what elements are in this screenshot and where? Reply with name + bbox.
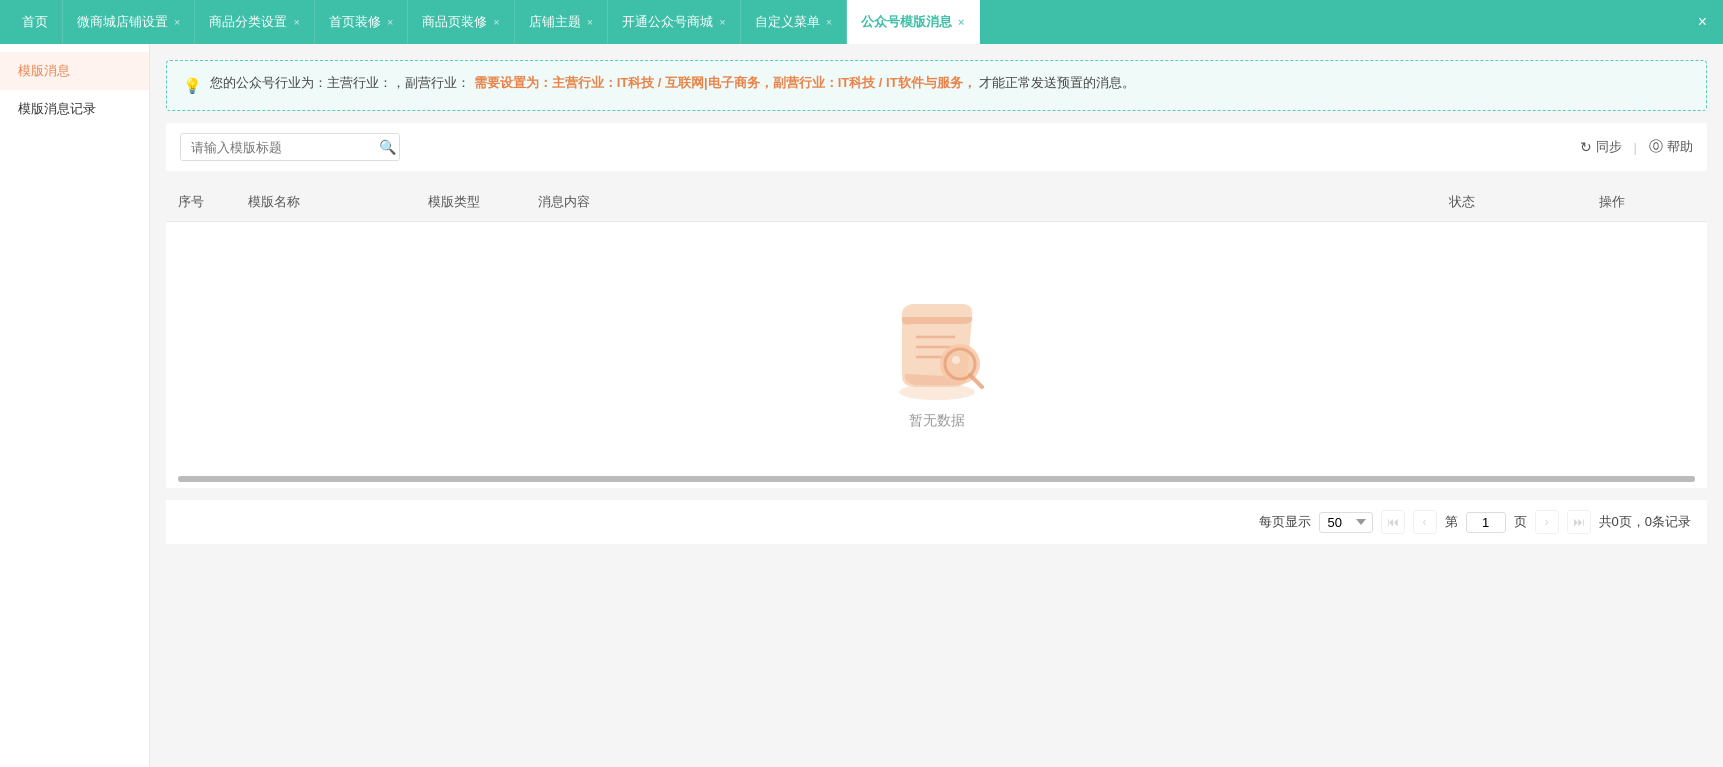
last-page-button[interactable]: ⏭: [1567, 510, 1591, 534]
first-page-button[interactable]: ⏮: [1381, 510, 1405, 534]
notice-suffix: 才能正常发送预置的消息。: [979, 75, 1135, 90]
close-category-tab[interactable]: ×: [293, 16, 299, 28]
close-menu-tab[interactable]: ×: [826, 16, 832, 28]
nav-tab-home-label: 首页: [22, 13, 48, 31]
sidebar-item-template-msg-label: 模版消息: [18, 63, 70, 78]
sidebar-item-template-record-label: 模版消息记录: [18, 101, 96, 116]
help-icon: ⓪: [1649, 138, 1663, 156]
scrollbar-track[interactable]: [178, 476, 1695, 482]
nav-tab-mall-label: 开通公众号商城: [622, 13, 713, 31]
nav-tab-theme[interactable]: 店铺主题 ×: [515, 0, 608, 44]
toolbar-divider: |: [1634, 140, 1637, 155]
nav-tab-productpage-label: 商品页装修: [422, 13, 487, 31]
close-wshop-tab[interactable]: ×: [174, 16, 180, 28]
sidebar: 模版消息 模版消息记录: [0, 44, 150, 767]
notice-text: 您的公众号行业为：主营行业：，副营行业： 需要设置为：主营行业：IT科技 / 互…: [210, 73, 1135, 94]
nav-tab-theme-label: 店铺主题: [529, 13, 581, 31]
table-container: 序号 模版名称 模版类型 消息内容 状态 操作: [166, 183, 1707, 488]
nav-tab-productpage[interactable]: 商品页装修 ×: [408, 0, 514, 44]
nav-tab-homepage[interactable]: 首页装修 ×: [315, 0, 408, 44]
bulb-icon: 💡: [183, 74, 202, 98]
total-label: 共0页，0条记录: [1599, 513, 1691, 531]
nav-tab-menu[interactable]: 自定义菜单 ×: [741, 0, 847, 44]
pagination-row: 每页显示 50 10 20 100 ⏮ ‹ 第 页 › ⏭ 共0页，0条记录: [166, 500, 1707, 544]
sidebar-item-template-record[interactable]: 模版消息记录: [0, 90, 149, 128]
col-content: 消息内容: [526, 183, 1437, 221]
close-productpage-tab[interactable]: ×: [493, 16, 499, 28]
nav-tab-wshop[interactable]: 微商城店铺设置 ×: [63, 0, 195, 44]
prev-page-button[interactable]: ‹: [1413, 510, 1437, 534]
close-all-button[interactable]: ×: [1690, 13, 1715, 31]
nav-tab-home[interactable]: 首页: [8, 0, 63, 44]
col-name: 模版名称: [236, 183, 416, 221]
table-header: 序号 模版名称 模版类型 消息内容 状态 操作: [166, 183, 1707, 222]
toolbar-row: 🔍 ↻ 同步 | ⓪ 帮助: [166, 123, 1707, 171]
col-type: 模版类型: [416, 183, 526, 221]
nav-tab-template[interactable]: 公众号模版消息 ×: [847, 0, 979, 44]
svg-line-6: [970, 375, 982, 387]
col-action: 操作: [1587, 183, 1707, 221]
nav-tab-homepage-label: 首页装修: [329, 13, 381, 31]
toolbar-right: ↻ 同步 | ⓪ 帮助: [1580, 138, 1693, 156]
empty-state: 暂无数据: [166, 222, 1707, 470]
empty-text: 暂无数据: [909, 412, 965, 430]
nav-tab-mall[interactable]: 开通公众号商城 ×: [608, 0, 740, 44]
next-page-button[interactable]: ›: [1535, 510, 1559, 534]
nav-tab-category-label: 商品分类设置: [209, 13, 287, 31]
scrollbar-thumb: [178, 476, 1695, 482]
sync-icon: ↻: [1580, 139, 1592, 155]
search-icon: 🔍: [379, 139, 396, 155]
col-index: 序号: [166, 183, 236, 221]
page-suffix: 页: [1514, 513, 1527, 531]
close-homepage-tab[interactable]: ×: [387, 16, 393, 28]
close-mall-tab[interactable]: ×: [719, 16, 725, 28]
nav-tab-template-label: 公众号模版消息: [861, 13, 952, 31]
page-size-label: 每页显示: [1259, 513, 1311, 531]
page-number-input[interactable]: [1466, 512, 1506, 533]
nav-tab-menu-label: 自定义菜单: [755, 13, 820, 31]
empty-illustration: [872, 282, 1002, 412]
notice-highlight: 需要设置为：主营行业：IT科技 / 互联网|电子商务，副营行业：IT科技 / I…: [474, 75, 976, 90]
help-label: 帮助: [1667, 138, 1693, 156]
info-notice: 💡 您的公众号行业为：主营行业：，副营行业： 需要设置为：主营行业：IT科技 /…: [166, 60, 1707, 111]
content-area: 💡 您的公众号行业为：主营行业：，副营行业： 需要设置为：主营行业：IT科技 /…: [150, 44, 1723, 767]
search-input[interactable]: [181, 135, 369, 160]
nav-tab-category[interactable]: 商品分类设置 ×: [195, 0, 314, 44]
search-box: 🔍: [180, 133, 400, 161]
scrollbar-row: [166, 470, 1707, 488]
sync-button[interactable]: ↻ 同步: [1580, 138, 1622, 156]
svg-point-7: [952, 356, 960, 364]
help-button[interactable]: ⓪ 帮助: [1649, 138, 1693, 156]
nav-tab-wshop-label: 微商城店铺设置: [77, 13, 168, 31]
close-theme-tab[interactable]: ×: [587, 16, 593, 28]
col-status: 状态: [1437, 183, 1587, 221]
notice-prefix: 您的公众号行业为：主营行业：，副营行业：: [210, 75, 470, 90]
main-layout: 模版消息 模版消息记录 💡 您的公众号行业为：主营行业：，副营行业： 需要设置为…: [0, 44, 1723, 767]
search-button[interactable]: 🔍: [369, 134, 400, 160]
page-label: 第: [1445, 513, 1458, 531]
top-navigation: 首页 微商城店铺设置 × 商品分类设置 × 首页装修 × 商品页装修 × 店铺主…: [0, 0, 1723, 44]
page-size-select[interactable]: 50 10 20 100: [1319, 512, 1373, 533]
sync-label: 同步: [1596, 138, 1622, 156]
sidebar-item-template-msg[interactable]: 模版消息: [0, 52, 149, 90]
close-template-tab[interactable]: ×: [958, 16, 964, 28]
